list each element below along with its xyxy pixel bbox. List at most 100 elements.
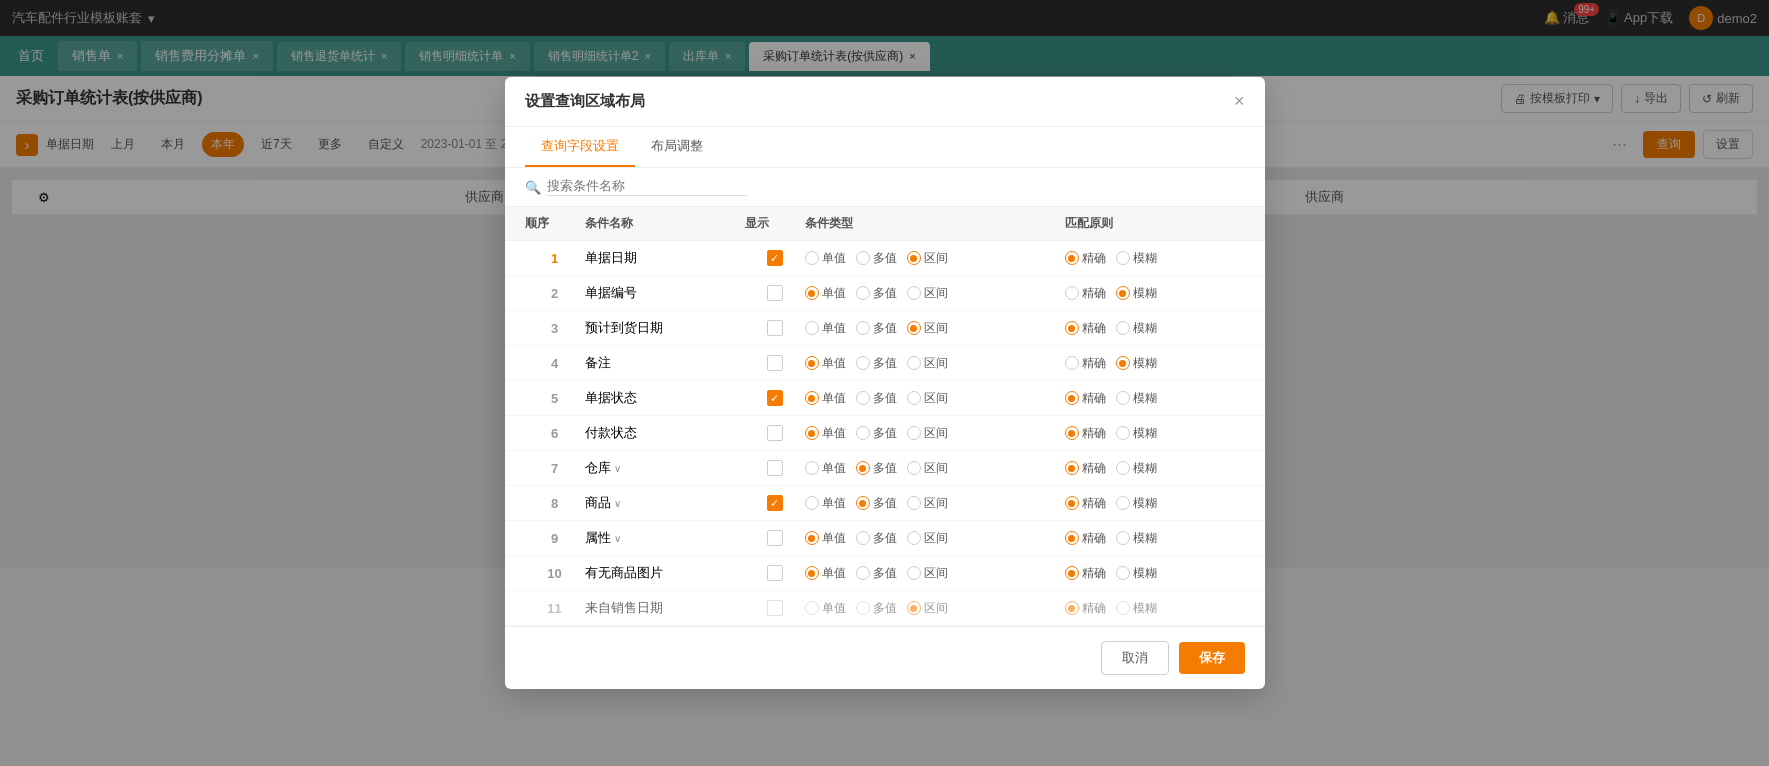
type-single-radio[interactable]: 单值 [805, 250, 846, 267]
match-radio-group: 精确 模糊 [1065, 495, 1265, 512]
col-order: 顺序 [525, 215, 585, 232]
tab-layout-adjust[interactable]: 布局调整 [635, 127, 719, 167]
type-range-radio[interactable]: 区间 [907, 250, 948, 267]
display-checkbox[interactable] [767, 425, 783, 441]
match-exact-radio[interactable]: 精确 [1065, 320, 1106, 337]
match-fuzzy-radio[interactable]: 模糊 [1116, 390, 1157, 407]
type-range-circle [907, 461, 921, 475]
match-exact-radio[interactable]: 精确 [1065, 285, 1106, 302]
match-exact-circle [1065, 356, 1079, 370]
match-fuzzy-radio[interactable]: 模糊 [1116, 565, 1157, 569]
match-fuzzy-circle [1116, 566, 1130, 568]
type-range-label: 区间 [924, 355, 948, 372]
type-multi-radio[interactable]: 多值 [856, 460, 897, 477]
type-single-radio[interactable]: 单值 [805, 355, 846, 372]
type-multi-radio[interactable]: 多值 [856, 285, 897, 302]
type-single-radio[interactable]: 单值 [805, 390, 846, 407]
match-fuzzy-radio[interactable]: 模糊 [1116, 530, 1157, 547]
type-multi-radio[interactable]: 多值 [856, 425, 897, 442]
display-checkbox-cell[interactable] [745, 355, 805, 371]
display-checkbox-cell[interactable]: ✓ [745, 390, 805, 406]
type-multi-label: 多值 [873, 565, 897, 569]
type-range-radio[interactable]: 区间 [907, 565, 948, 569]
match-exact-circle [1065, 286, 1079, 300]
type-range-label: 区间 [924, 425, 948, 442]
type-multi-radio[interactable]: 多值 [856, 565, 897, 569]
type-single-radio[interactable]: 单值 [805, 285, 846, 302]
display-checkbox[interactable]: ✓ [767, 390, 783, 406]
display-checkbox-cell[interactable] [745, 460, 805, 476]
type-single-radio[interactable]: 单值 [805, 425, 846, 442]
type-range-radio[interactable]: 区间 [907, 390, 948, 407]
match-fuzzy-radio[interactable]: 模糊 [1116, 495, 1157, 512]
type-single-radio[interactable]: 单值 [805, 565, 846, 569]
display-checkbox[interactable] [767, 460, 783, 476]
match-exact-circle [1065, 566, 1079, 568]
type-multi-radio[interactable]: 多值 [856, 390, 897, 407]
match-fuzzy-circle [1116, 461, 1130, 475]
match-exact-radio[interactable]: 精确 [1065, 425, 1106, 442]
match-exact-radio[interactable]: 精确 [1065, 565, 1106, 569]
type-range-radio[interactable]: 区间 [907, 425, 948, 442]
match-fuzzy-label: 模糊 [1133, 565, 1157, 569]
match-radio-group: 精确 模糊 [1065, 355, 1265, 372]
type-range-radio[interactable]: 区间 [907, 460, 948, 477]
type-multi-circle [856, 531, 870, 545]
display-checkbox[interactable] [767, 565, 783, 568]
match-fuzzy-circle [1116, 356, 1130, 370]
match-fuzzy-radio[interactable]: 模糊 [1116, 425, 1157, 442]
display-checkbox-cell[interactable] [745, 425, 805, 441]
type-range-radio[interactable]: 区间 [907, 285, 948, 302]
type-range-radio[interactable]: 区间 [907, 530, 948, 547]
match-fuzzy-radio[interactable]: 模糊 [1116, 355, 1157, 372]
match-fuzzy-radio[interactable]: 模糊 [1116, 460, 1157, 477]
type-range-radio[interactable]: 区间 [907, 320, 948, 337]
display-checkbox-cell[interactable]: ✓ [745, 495, 805, 511]
type-range-radio[interactable]: 区间 [907, 355, 948, 372]
display-checkbox[interactable] [767, 530, 783, 546]
type-single-radio[interactable]: 单值 [805, 460, 846, 477]
type-single-radio[interactable]: 单值 [805, 530, 846, 547]
display-checkbox-cell[interactable] [745, 285, 805, 301]
display-checkbox-cell[interactable]: ✓ [745, 250, 805, 266]
type-multi-radio[interactable]: 多值 [856, 320, 897, 337]
display-checkbox[interactable]: ✓ [767, 250, 783, 266]
display-checkbox-cell[interactable] [745, 530, 805, 546]
type-range-radio[interactable]: 区间 [907, 495, 948, 512]
search-input[interactable] [547, 178, 747, 196]
match-exact-radio[interactable]: 精确 [1065, 250, 1106, 267]
type-single-radio[interactable]: 单值 [805, 495, 846, 512]
match-fuzzy-label: 模糊 [1133, 390, 1157, 407]
dialog-close-button[interactable]: × [1234, 91, 1245, 112]
type-multi-label: 多值 [873, 530, 897, 547]
tab-field-settings[interactable]: 查询字段设置 [525, 127, 635, 167]
display-checkbox-cell[interactable] [745, 320, 805, 336]
match-fuzzy-label: 模糊 [1133, 460, 1157, 477]
match-exact-radio[interactable]: 精确 [1065, 390, 1106, 407]
type-multi-radio[interactable]: 多值 [856, 495, 897, 512]
match-exact-circle [1065, 496, 1079, 510]
match-fuzzy-circle [1116, 251, 1130, 265]
display-checkbox[interactable]: ✓ [767, 495, 783, 511]
type-single-radio[interactable]: 单值 [805, 320, 846, 337]
type-multi-label: 多值 [873, 425, 897, 442]
match-exact-radio[interactable]: 精确 [1065, 530, 1106, 547]
match-exact-radio[interactable]: 精确 [1065, 460, 1106, 477]
field-name: 单据日期 [585, 250, 637, 265]
display-checkbox[interactable] [767, 285, 783, 301]
type-multi-radio[interactable]: 多值 [856, 250, 897, 267]
match-exact-label: 精确 [1082, 495, 1106, 512]
match-exact-label: 精确 [1082, 320, 1106, 337]
type-multi-radio[interactable]: 多值 [856, 355, 897, 372]
match-fuzzy-radio[interactable]: 模糊 [1116, 320, 1157, 337]
display-checkbox[interactable] [767, 320, 783, 336]
match-exact-radio[interactable]: 精确 [1065, 355, 1106, 372]
display-checkbox[interactable] [767, 355, 783, 371]
type-radio-group: 单值 多值 区间 [805, 495, 1065, 512]
match-fuzzy-radio[interactable]: 模糊 [1116, 285, 1157, 302]
match-fuzzy-radio[interactable]: 模糊 [1116, 250, 1157, 267]
display-checkbox-cell[interactable] [745, 565, 805, 568]
match-exact-radio[interactable]: 精确 [1065, 495, 1106, 512]
type-radio-group: 单值 多值 区间 [805, 320, 1065, 337]
type-multi-radio[interactable]: 多值 [856, 530, 897, 547]
